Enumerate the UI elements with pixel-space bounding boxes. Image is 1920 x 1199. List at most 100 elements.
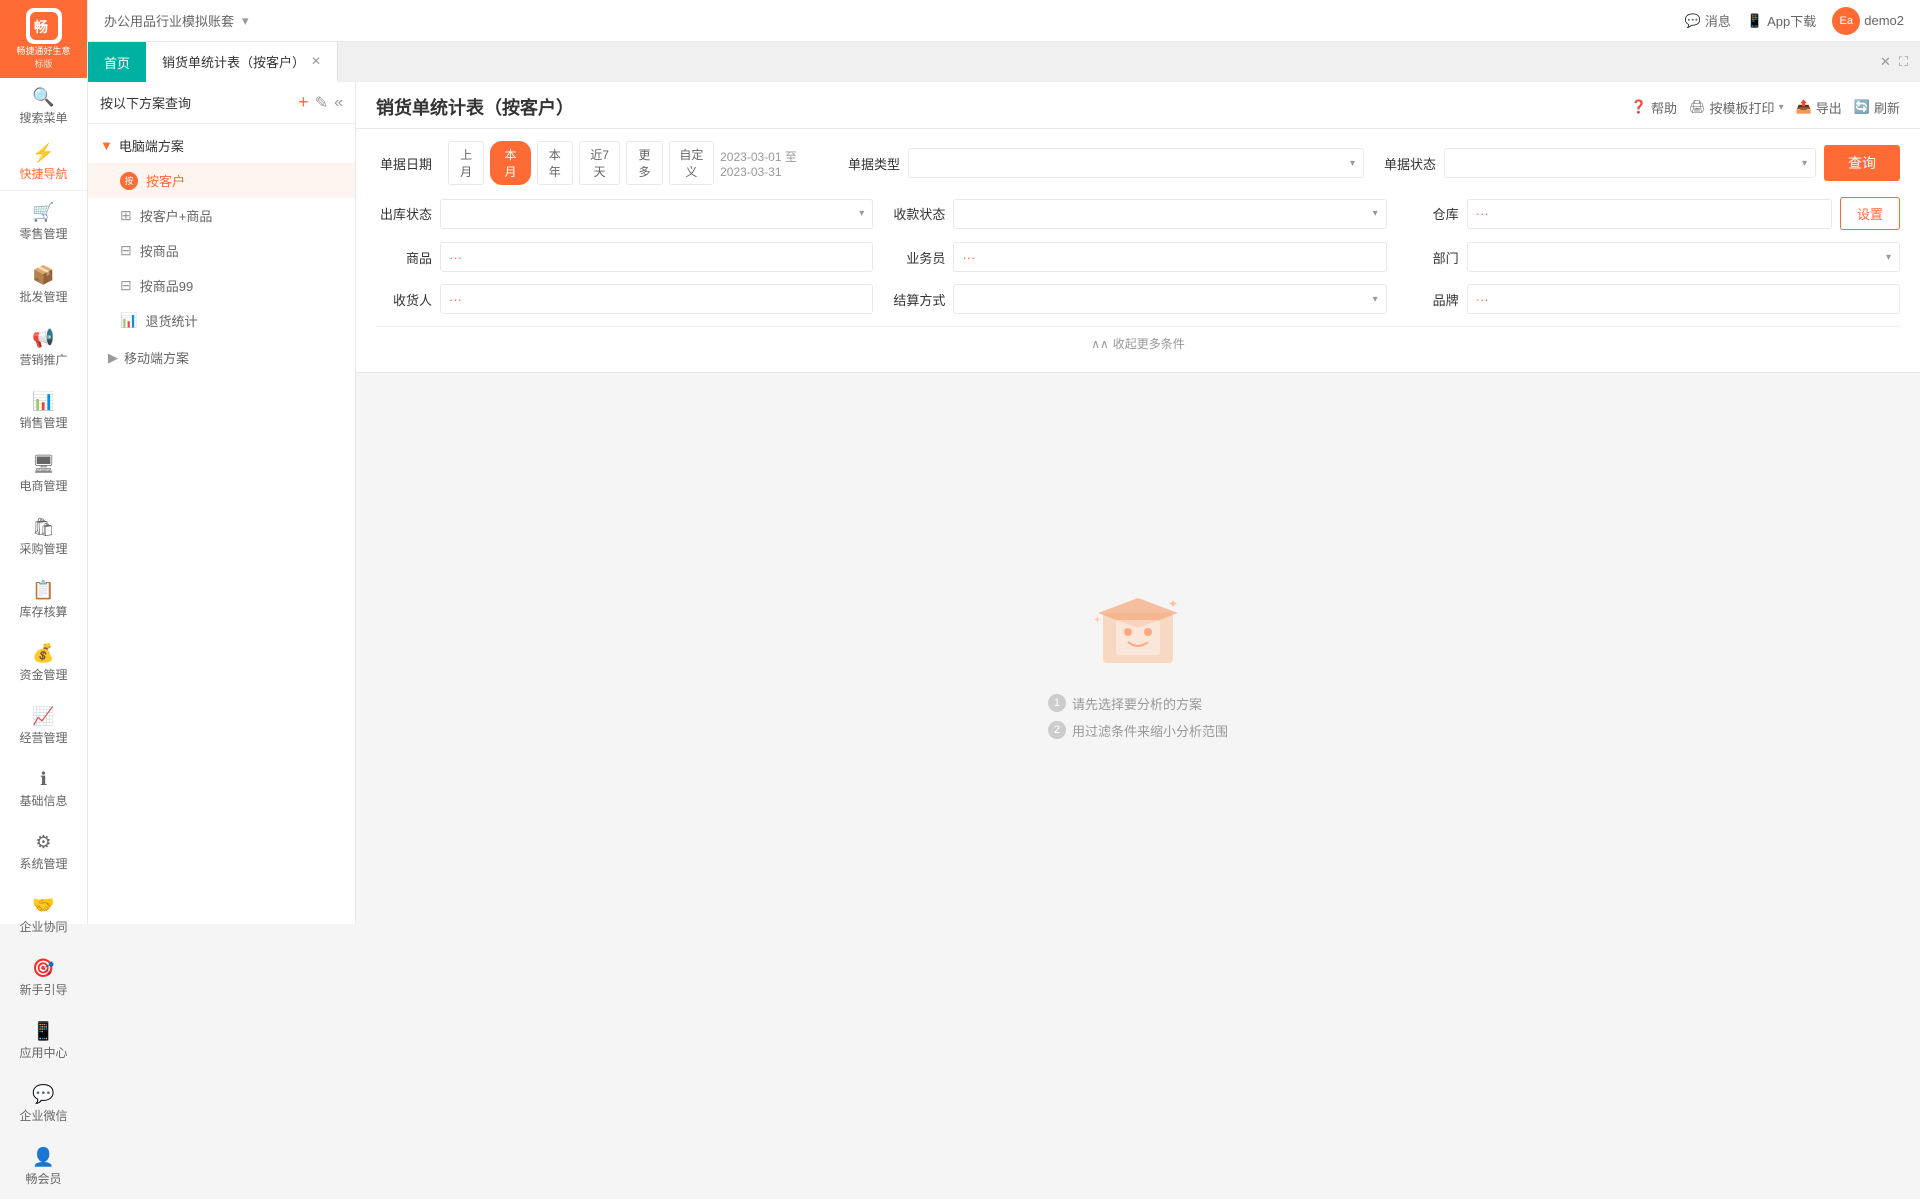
tip1-number: 1 — [1048, 694, 1066, 712]
user-area[interactable]: Ea demo2 — [1832, 7, 1904, 35]
salesperson-dots: ··· — [962, 250, 975, 265]
filter-row-2: 出库状态 ▾ 收款状态 ▾ 仓库 — [376, 197, 1900, 230]
help-label: 帮助 — [1651, 98, 1677, 117]
sidebar-item-inventory[interactable]: 📋 库存核算 — [0, 569, 87, 632]
sidebar-item-enterprise[interactable]: 🤝 企业协同 — [0, 884, 87, 947]
edit-scheme-btn[interactable]: ✎ — [315, 93, 328, 113]
order-type-select[interactable]: ▾ — [908, 148, 1364, 178]
sidebar-item-business-label: 经营管理 — [19, 729, 67, 746]
print-icon: 🖨 — [1689, 99, 1706, 115]
sidebar-item-wechat-label: 企业微信 — [19, 1107, 67, 1124]
sidebar-item-appcenter-label: 应用中心 — [19, 1044, 67, 1061]
topbar-left: 办公用品行业模拟账套 ▾ — [104, 11, 249, 30]
product-filter: 商品 ··· — [376, 242, 873, 272]
out-status-label: 出库状态 — [376, 204, 432, 223]
date-label: 单据日期 — [376, 154, 432, 173]
system-icon: ⚙ — [35, 833, 51, 851]
add-scheme-btn[interactable]: + — [298, 92, 309, 113]
warehouse-dots: ··· — [1476, 206, 1489, 221]
sidebar-item-finance[interactable]: 💰 资金管理 — [0, 632, 87, 695]
sidebar-item-basic-label: 基础信息 — [19, 792, 67, 809]
export-btn[interactable]: 📤 导出 — [1796, 98, 1842, 117]
brand-input[interactable]: ··· — [1467, 284, 1900, 314]
svg-text:✦: ✦ — [1168, 597, 1178, 611]
scheme-item-by-product[interactable]: ⊟ 按商品 — [88, 233, 355, 268]
receive-status-select[interactable]: ▾ — [953, 199, 1386, 229]
message-btn[interactable]: 💬 消息 — [1685, 11, 1731, 30]
product-input[interactable]: ··· — [440, 242, 873, 272]
tab-close-btn[interactable]: ✕ — [311, 54, 321, 68]
tab-window-controls: ✕ ⛶ — [1868, 54, 1920, 70]
sidebar-item-newguide[interactable]: 🎯 新手引导 — [0, 947, 87, 1010]
sidebar-item-purchase[interactable]: 🛍 采购管理 — [0, 506, 87, 569]
sidebar-item-system[interactable]: ⚙ 系统管理 — [0, 821, 87, 884]
date-btn-custom[interactable]: 自定义 — [669, 141, 714, 185]
basic-icon: ℹ — [40, 770, 47, 788]
receiver-input[interactable]: ··· — [440, 284, 873, 314]
out-status-filter: 出库状态 ▾ — [376, 199, 873, 229]
scheme-item-return-stat[interactable]: 📊 退货统计 — [88, 303, 355, 338]
department-filter: 部门 ▾ — [1403, 242, 1900, 272]
scheme-item-customer-label: 按客户 — [146, 171, 185, 190]
sidebar-item-marketing[interactable]: 📢 营销推广 — [0, 317, 87, 380]
sidebar-item-search[interactable]: 🔍 搜索菜单 — [0, 78, 87, 136]
sidebar-item-business[interactable]: 📈 经营管理 — [0, 695, 87, 758]
collapse-up-icon: ∧∧ — [1091, 337, 1109, 351]
order-status-select[interactable]: ▾ — [1444, 148, 1816, 178]
print-btn[interactable]: 🖨 按模板打印 ▾ — [1689, 98, 1784, 117]
sidebar-item-wholesale[interactable]: 📦 批发管理 — [0, 254, 87, 317]
sidebar-item-sales[interactable]: 📊 销售管理 — [0, 380, 87, 443]
collapse-panel-btn[interactable]: « — [334, 94, 343, 112]
close-window-icon[interactable]: ✕ — [1880, 54, 1891, 70]
left-panel-header: 按以下方案查询 + ✎ « — [88, 82, 355, 124]
empty-illustration: ✦ ✦ — [1078, 558, 1198, 678]
out-status-select[interactable]: ▾ — [440, 199, 873, 229]
brand-label: 品牌 — [1403, 290, 1459, 309]
date-btn-more[interactable]: 更多 — [626, 141, 662, 185]
collapse-btn[interactable]: ∧∧ 收起更多条件 — [1091, 335, 1185, 352]
export-label: 导出 — [1816, 98, 1842, 117]
receiver-filter: 收货人 ··· — [376, 284, 873, 314]
scheme-group-desktop-title[interactable]: ▼ 电脑端方案 — [88, 128, 355, 163]
scheme-item-customer-product[interactable]: ⊞ 按客户+商品 — [88, 198, 355, 233]
date-btn-this-month[interactable]: 本月 — [490, 141, 530, 185]
date-btn-last-month[interactable]: 上月 — [448, 141, 484, 185]
settlement-select[interactable]: ▾ — [953, 284, 1386, 314]
wechat-icon: 💬 — [32, 1085, 54, 1103]
app-download-icon: 📱 — [1747, 13, 1763, 29]
product-dots: ··· — [449, 250, 462, 265]
salesperson-input[interactable]: ··· — [953, 242, 1386, 272]
refresh-btn[interactable]: 🔄 刷新 — [1854, 98, 1900, 117]
refresh-label: 刷新 — [1874, 98, 1900, 117]
sidebar-item-quick[interactable]: ⚡ 快捷导航 — [0, 136, 87, 191]
print-label: 按模板打印 — [1710, 98, 1775, 117]
sidebar-item-basic[interactable]: ℹ 基础信息 — [0, 758, 87, 821]
scheme-item-product-99[interactable]: ⊟ 按商品99 — [88, 268, 355, 303]
tab-home[interactable]: 首页 — [88, 42, 146, 82]
query-button[interactable]: 查询 — [1824, 145, 1900, 181]
date-btn-this-year[interactable]: 本年 — [537, 141, 573, 185]
tab-sales-stat[interactable]: 销货单统计表（按客户） ✕ — [146, 42, 338, 82]
app-download-btn[interactable]: 📱 App下载 — [1747, 11, 1816, 30]
scheme-group-mobile-title[interactable]: ▶ 移动端方案 — [88, 342, 355, 373]
maximize-window-icon[interactable]: ⛶ — [1899, 54, 1908, 70]
filter-row-1: 单据日期 上月 本月 本年 近7天 更多 自定义 2023-03-01 至 20… — [376, 141, 1900, 185]
date-group: 上月 本月 本年 近7天 更多 自定义 2023-03-01 至 2023-03… — [448, 141, 828, 185]
left-panel-title: 按以下方案查询 — [100, 93, 292, 112]
sidebar-item-wechat[interactable]: 💬 企业微信 — [0, 1073, 87, 1136]
help-btn[interactable]: ❓ 帮助 — [1631, 98, 1677, 117]
setting-button[interactable]: 设置 — [1840, 197, 1900, 230]
order-type-filter: 单据类型 ▾ — [844, 148, 1364, 178]
page-header: 销货单统计表（按客户） ❓ 帮助 🖨 按模板打印 ▾ 📤 导出 — [356, 82, 1920, 129]
department-select[interactable]: ▾ — [1467, 242, 1900, 272]
company-dropdown-icon[interactable]: ▾ — [242, 13, 249, 29]
sidebar-item-marketing-label: 营销推广 — [19, 351, 67, 368]
sidebar-item-appcenter[interactable]: 📱 应用中心 — [0, 1010, 87, 1073]
sidebar-item-retail[interactable]: 🛒 零售管理 — [0, 191, 87, 254]
sidebar-item-member[interactable]: 👤 畅会员 — [0, 1136, 87, 1199]
left-panel-actions: + ✎ « — [298, 92, 343, 113]
warehouse-input[interactable]: ··· — [1467, 199, 1832, 229]
scheme-item-by-customer[interactable]: 按 按客户 — [88, 163, 355, 198]
sidebar-item-ecommerce[interactable]: 🖥 电商管理 — [0, 443, 87, 506]
date-btn-7days[interactable]: 近7天 — [579, 141, 620, 185]
